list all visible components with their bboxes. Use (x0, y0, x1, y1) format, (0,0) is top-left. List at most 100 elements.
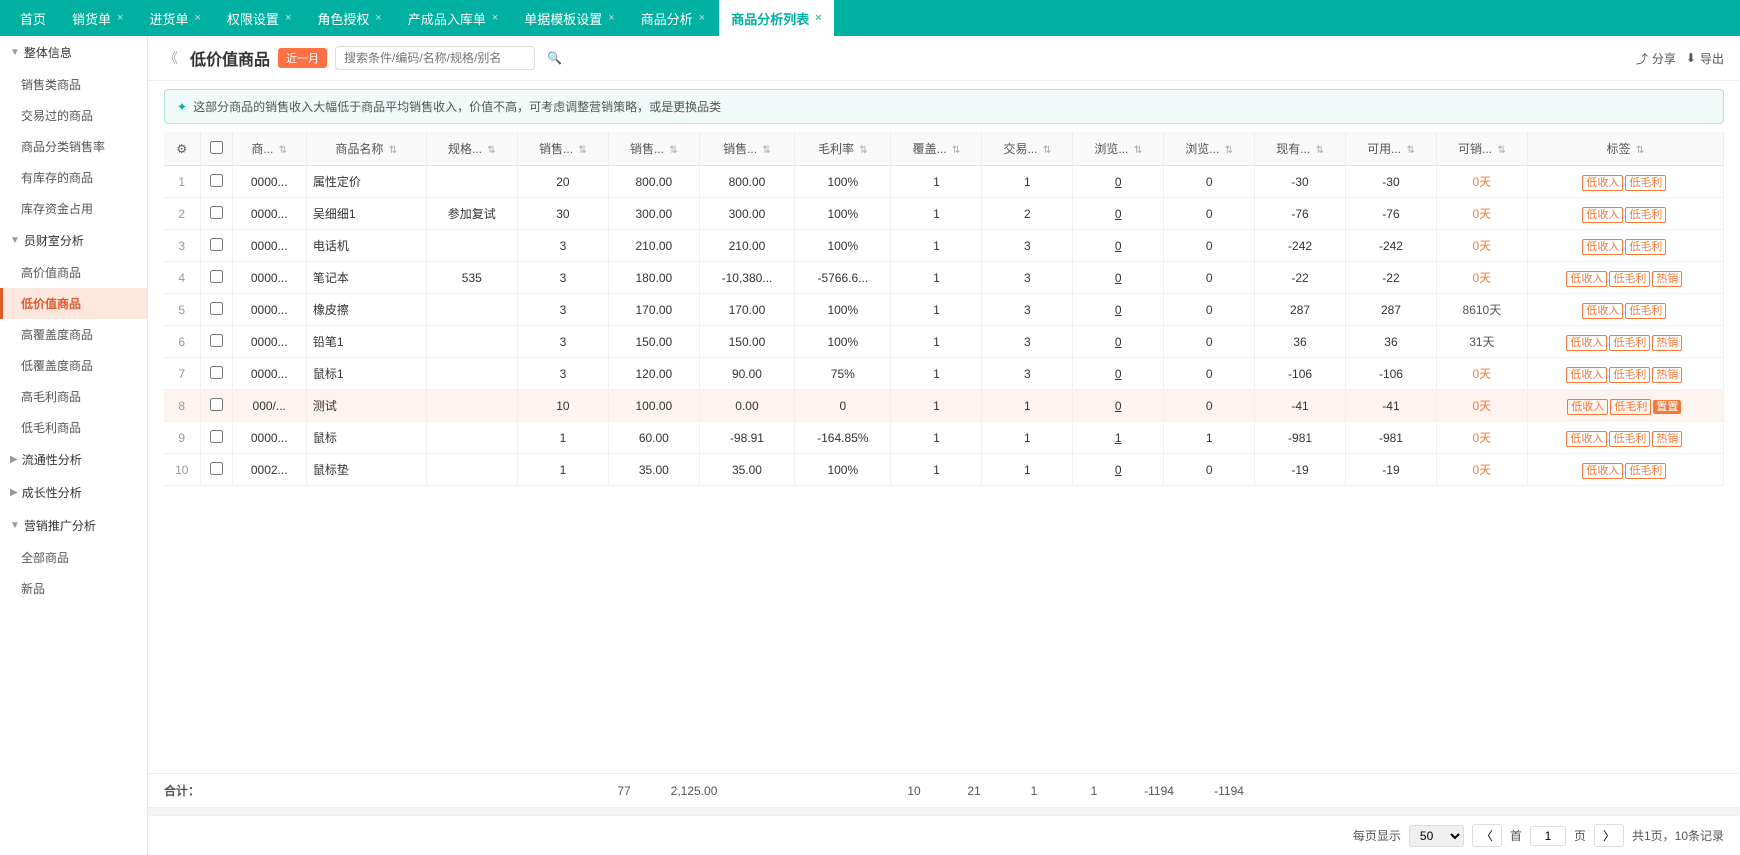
view1-link[interactable]: 0 (1115, 175, 1122, 189)
sidebar-item-high-value[interactable]: 高价值商品 (0, 257, 147, 288)
cell-view1[interactable]: 0 (1073, 358, 1164, 390)
nav-close-analysis-list[interactable]: × (815, 12, 821, 24)
sidebar-section-staff-finance[interactable]: ▼ 员财室分析 (0, 224, 147, 257)
page-number-input[interactable] (1530, 826, 1566, 846)
cell-checkbox[interactable] (200, 454, 232, 486)
horizontal-scrollbar[interactable] (148, 807, 1740, 815)
cell-checkbox[interactable] (200, 230, 232, 262)
col-tags[interactable]: 标签 ⇅ (1527, 132, 1723, 166)
search-input[interactable] (335, 46, 535, 70)
col-available[interactable]: 可用... ⇅ (1346, 132, 1437, 166)
view1-link[interactable]: 1 (1115, 431, 1122, 445)
sidebar-item-low-margin[interactable]: 低毛利商品 (0, 412, 147, 443)
per-page-select[interactable]: 50 100 200 (1409, 825, 1464, 847)
view1-link[interactable]: 0 (1115, 303, 1122, 317)
cell-view1[interactable]: 1 (1073, 422, 1164, 454)
nav-product-analysis[interactable]: 商品分析 × (629, 0, 717, 36)
sidebar-item-high-margin[interactable]: 高毛利商品 (0, 381, 147, 412)
sidebar-item-traded-products[interactable]: 交易过的商品 (0, 100, 147, 131)
view1-link[interactable]: 0 (1115, 399, 1122, 413)
sidebar-item-category-sales-rate[interactable]: 商品分类销售率 (0, 131, 147, 162)
col-view1[interactable]: 浏览... ⇅ (1073, 132, 1164, 166)
nav-template-settings[interactable]: 单据模板设置 × (512, 0, 626, 36)
col-margin-rate[interactable]: 毛利率 ⇅ (795, 132, 891, 166)
cell-checkbox[interactable] (200, 358, 232, 390)
collapse-sidebar-btn[interactable]: 《 (164, 48, 178, 68)
row-checkbox[interactable] (210, 174, 223, 187)
view1-link[interactable]: 0 (1115, 239, 1122, 253)
col-trade[interactable]: 交易... ⇅ (982, 132, 1073, 166)
row-checkbox[interactable] (210, 334, 223, 347)
cell-checkbox[interactable] (200, 166, 232, 198)
first-page-btn[interactable]: 〈 (1472, 824, 1502, 847)
settings-icon[interactable]: ⚙ (176, 142, 187, 156)
export-button[interactable]: ⬇ 导出 (1686, 50, 1724, 67)
view1-link[interactable]: 0 (1115, 367, 1122, 381)
col-sales-qty[interactable]: 销售... ⇅ (517, 132, 608, 166)
sidebar-section-growth[interactable]: ▶ 成长性分析 (0, 476, 147, 509)
row-checkbox[interactable] (210, 398, 223, 411)
cell-view1[interactable]: 0 (1073, 390, 1164, 422)
sidebar-item-all-products[interactable]: 全部商品 (0, 542, 147, 573)
nav-permission-settings[interactable]: 权限设置 × (215, 0, 303, 36)
nav-close-template[interactable]: × (608, 12, 614, 24)
view1-link[interactable]: 0 (1115, 463, 1122, 477)
nav-close-permission[interactable]: × (285, 12, 291, 24)
cell-checkbox[interactable] (200, 294, 232, 326)
col-current-stock[interactable]: 现有... ⇅ (1255, 132, 1346, 166)
next-page-btn[interactable]: 〉 (1594, 824, 1624, 847)
cell-view1[interactable]: 0 (1073, 198, 1164, 230)
cell-checkbox[interactable] (200, 262, 232, 294)
sidebar-item-stocked-products[interactable]: 有库存的商品 (0, 162, 147, 193)
nav-finished-goods[interactable]: 产成品入库单 × (396, 0, 510, 36)
nav-close-role-auth[interactable]: × (375, 12, 381, 24)
col-coverage[interactable]: 覆盖... ⇅ (891, 132, 982, 166)
nav-close-finished-goods[interactable]: × (492, 12, 498, 24)
nav-home[interactable]: 首页 (8, 0, 58, 36)
row-checkbox[interactable] (210, 302, 223, 315)
col-sellable[interactable]: 可销... ⇅ (1436, 132, 1527, 166)
cell-view1[interactable]: 0 (1073, 294, 1164, 326)
cell-view1[interactable]: 0 (1073, 454, 1164, 486)
sidebar-section-liquidity[interactable]: ▶ 流通性分析 (0, 443, 147, 476)
col-sales-price[interactable]: 销售... ⇅ (608, 132, 699, 166)
sidebar-item-high-coverage[interactable]: 高覆盖度商品 (0, 319, 147, 350)
nav-sales-order[interactable]: 销货单 × (60, 0, 135, 36)
nav-purchase-order[interactable]: 进货单 × (137, 0, 212, 36)
search-icon[interactable]: 🔍 (547, 51, 562, 65)
view1-link[interactable]: 0 (1115, 271, 1122, 285)
col-settings[interactable]: ⚙ (164, 132, 200, 166)
nav-close-sales-order[interactable]: × (117, 12, 123, 24)
share-button[interactable]: ⤴ 分享 (1636, 50, 1676, 67)
view1-link[interactable]: 0 (1115, 207, 1122, 221)
cell-checkbox[interactable] (200, 198, 232, 230)
time-filter-btn[interactable]: 近一月 (278, 48, 327, 68)
row-checkbox[interactable] (210, 238, 223, 251)
row-checkbox[interactable] (210, 366, 223, 379)
sidebar-item-low-value[interactable]: 低价值商品 (0, 288, 147, 319)
col-sales-amount[interactable]: 销售... ⇅ (699, 132, 794, 166)
col-checkbox[interactable] (200, 132, 232, 166)
row-checkbox[interactable] (210, 430, 223, 443)
col-code[interactable]: 商... ⇅ (232, 132, 306, 166)
sidebar-section-overall[interactable]: ▼ 整体信息 (0, 36, 147, 69)
sidebar-section-marketing[interactable]: ▼ 营销推广分析 (0, 509, 147, 542)
cell-checkbox[interactable] (200, 390, 232, 422)
nav-analysis-list[interactable]: 商品分析列表 × (719, 0, 833, 36)
row-checkbox[interactable] (210, 206, 223, 219)
row-checkbox[interactable] (210, 270, 223, 283)
nav-close-purchase-order[interactable]: × (194, 12, 200, 24)
nav-role-auth[interactable]: 角色授权 × (305, 0, 393, 36)
cell-view1[interactable]: 0 (1073, 326, 1164, 358)
sidebar-item-sales-products[interactable]: 销售类商品 (0, 69, 147, 100)
col-spec[interactable]: 规格... ⇅ (426, 132, 517, 166)
cell-view1[interactable]: 0 (1073, 262, 1164, 294)
cell-checkbox[interactable] (200, 326, 232, 358)
select-all-checkbox[interactable] (210, 141, 223, 154)
col-name[interactable]: 商品名称 ⇅ (306, 132, 426, 166)
sidebar-item-stock-capital[interactable]: 库存资金占用 (0, 193, 147, 224)
nav-close-analysis[interactable]: × (699, 12, 705, 24)
row-checkbox[interactable] (210, 462, 223, 475)
col-view2[interactable]: 浏览... ⇅ (1164, 132, 1255, 166)
cell-view1[interactable]: 0 (1073, 166, 1164, 198)
